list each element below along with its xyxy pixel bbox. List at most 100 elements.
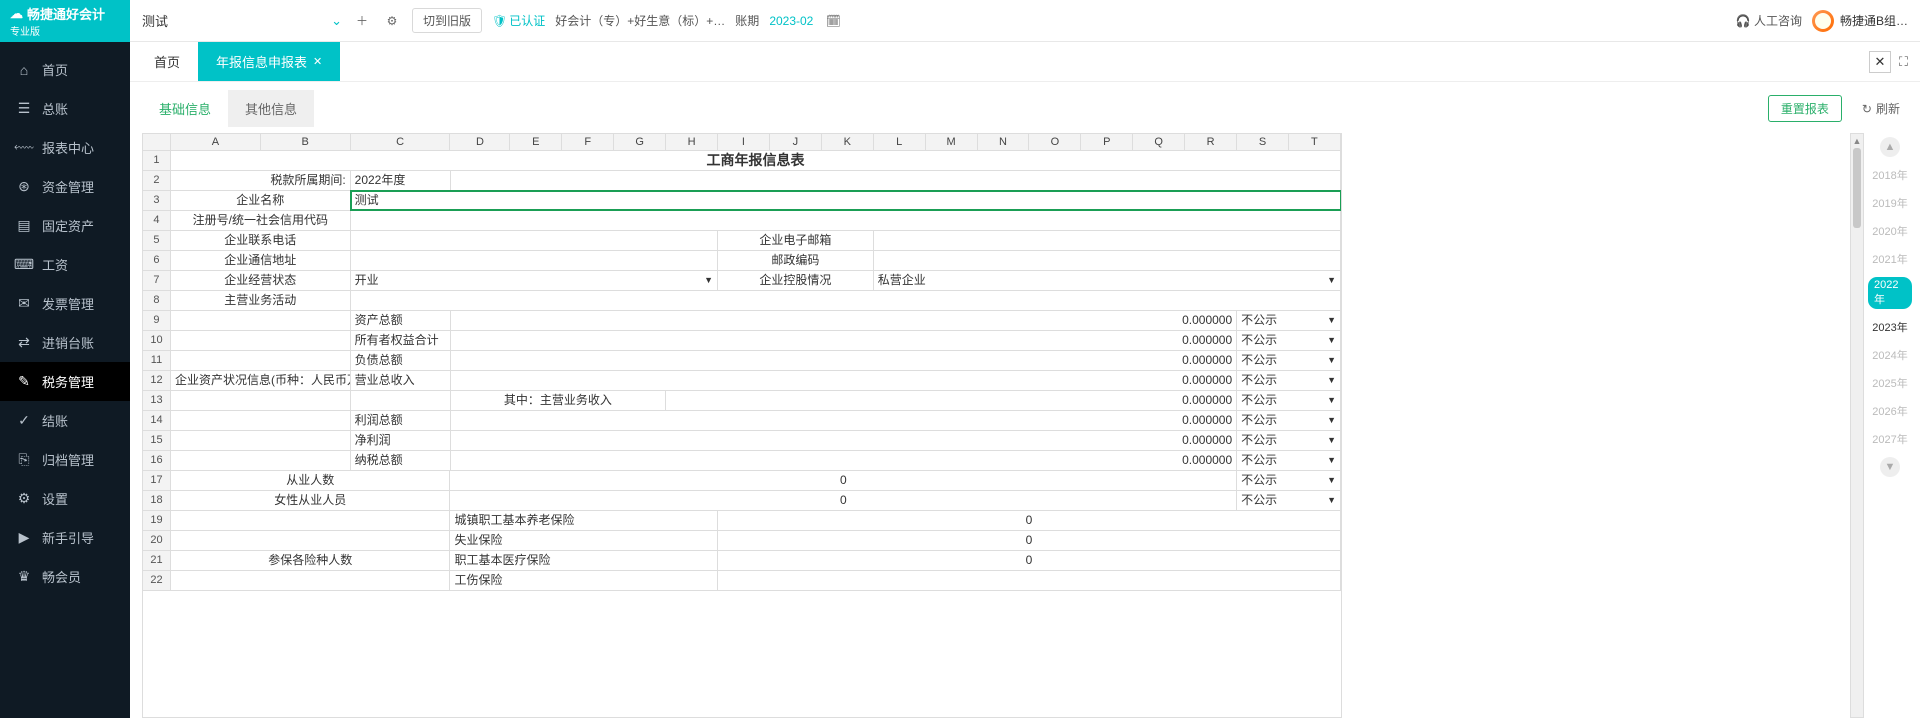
refresh-button[interactable]: ↻刷新 [1854,96,1908,121]
year-2022年[interactable]: 2022年 [1868,277,1912,309]
row-number[interactable]: 22 [143,571,171,590]
subtab-basic[interactable]: 基础信息 [142,90,228,127]
year-2024年[interactable]: 2024年 [1868,345,1911,365]
publicity-select[interactable]: 不公示▼ [1237,471,1341,490]
asset-value[interactable]: 0.000000 [451,311,1238,330]
period-value[interactable]: 2023-02 [769,14,813,28]
asset-value[interactable]: 0.000000 [451,331,1238,350]
col-header-G[interactable]: G [614,134,666,150]
col-header-R[interactable]: R [1185,134,1237,150]
year-2021年[interactable]: 2021年 [1868,249,1911,269]
asset-value[interactable]: 0.000000 [451,451,1238,470]
switch-old-button[interactable]: 切到旧版 [412,8,482,33]
row-number[interactable]: 3 [143,191,171,210]
year-2018年[interactable]: 2018年 [1868,165,1911,185]
row-number[interactable]: 11 [143,351,171,370]
row-number[interactable]: 13 [143,391,171,410]
col-header-L[interactable]: L [874,134,926,150]
year-2027年[interactable]: 2027年 [1868,429,1911,449]
nav-item-新手引导[interactable]: ▶新手引导 [0,518,130,557]
col-header-P[interactable]: P [1081,134,1133,150]
asset-value[interactable]: 0.000000 [451,431,1238,450]
col-header-N[interactable]: N [978,134,1030,150]
scroll-up-icon[interactable]: ▲ [1853,136,1862,146]
nav-item-税务管理[interactable]: ✎税务管理 [0,362,130,401]
col-header-O[interactable]: O [1029,134,1081,150]
year-2020年[interactable]: 2020年 [1868,221,1911,241]
publicity-select[interactable]: 不公示▼ [1237,311,1341,330]
row-number[interactable]: 16 [143,451,171,470]
subtab-other[interactable]: 其他信息 [228,90,314,127]
row-number[interactable]: 17 [143,471,171,490]
holding-select[interactable]: 私营企业▼ [874,271,1341,290]
close-icon[interactable]: ✕ [313,55,322,68]
col-header-M[interactable]: M [926,134,978,150]
calendar-icon[interactable]: 🗓 [823,11,843,31]
row-number[interactable]: 2 [143,171,171,190]
asset-value[interactable]: 0.000000 [666,391,1237,410]
year-2023年[interactable]: 2023年 [1868,317,1911,337]
year-2025年[interactable]: 2025年 [1868,373,1911,393]
nav-item-归档管理[interactable]: ⎘归档管理 [0,440,130,479]
user-menu[interactable]: 畅捷通B组… [1812,10,1908,32]
col-header-A[interactable]: A [171,134,261,150]
close-all-tabs-button[interactable]: ✕ [1869,51,1891,73]
col-header-J[interactable]: J [770,134,822,150]
row-number[interactable]: 14 [143,411,171,430]
col-header-H[interactable]: H [666,134,718,150]
col-header-C[interactable]: C [351,134,451,150]
publicity-select[interactable]: 不公示▼ [1237,371,1341,390]
publicity-select[interactable]: 不公示▼ [1237,351,1341,370]
insurance-value[interactable]: 0 [718,551,1341,570]
row-number[interactable]: 6 [143,251,171,270]
vertical-scrollbar[interactable]: ▲ [1850,133,1864,718]
row-number[interactable]: 1 [143,151,171,170]
nav-item-畅会员[interactable]: ♛畅会员 [0,557,130,596]
corner-cell[interactable] [143,134,171,150]
year-down-button[interactable]: ▼ [1880,457,1900,477]
nav-item-进销台账[interactable]: ⇄进销台账 [0,323,130,362]
insurance-value[interactable]: 0 [718,531,1341,550]
col-header-I[interactable]: I [718,134,770,150]
nav-item-发票管理[interactable]: ✉发票管理 [0,284,130,323]
publicity-select[interactable]: 不公示▼ [1237,331,1341,350]
tab-home[interactable]: 首页 [136,42,198,81]
publicity-select[interactable]: 不公示▼ [1237,451,1341,470]
sheet-body[interactable]: 1工商年报信息表2税款所属期间:2022年度3企业名称测试4注册号/统一社会信用… [142,151,1342,718]
col-header-Q[interactable]: Q [1133,134,1185,150]
col-header-F[interactable]: F [562,134,614,150]
people-value[interactable]: 0 [450,491,1237,510]
asset-value[interactable]: 0.000000 [451,351,1238,370]
insurance-value[interactable] [718,571,1341,590]
col-header-E[interactable]: E [510,134,562,150]
gear-icon[interactable]: ⚙ [382,11,402,31]
nav-item-报表中心[interactable]: ⬳报表中心 [0,128,130,167]
nav-item-设置[interactable]: ⚙设置 [0,479,130,518]
phone-value[interactable] [351,231,718,250]
people-value[interactable]: 0 [450,471,1237,490]
publicity-select[interactable]: 不公示▼ [1237,431,1341,450]
year-2019年[interactable]: 2019年 [1868,193,1911,213]
row-number[interactable]: 21 [143,551,171,570]
nav-item-总账[interactable]: ☰总账 [0,89,130,128]
reset-report-button[interactable]: 重置报表 [1768,95,1842,122]
nav-item-固定资产[interactable]: ▤固定资产 [0,206,130,245]
company-selector[interactable]: 测试 ⌄ [142,11,342,30]
col-header-K[interactable]: K [822,134,874,150]
expand-icon[interactable]: ⛶ [1899,54,1908,70]
main-biz-value[interactable] [351,291,1341,310]
row-number[interactable]: 15 [143,431,171,450]
postcode-value[interactable] [874,251,1341,270]
email-value[interactable] [874,231,1341,250]
company-name-cell[interactable]: 测试 [351,191,1341,210]
row-number[interactable]: 4 [143,211,171,230]
nav-item-首页[interactable]: ⌂首页 [0,50,130,89]
row-number[interactable]: 20 [143,531,171,550]
year-2026年[interactable]: 2026年 [1868,401,1911,421]
col-header-D[interactable]: D [450,134,510,150]
row-number[interactable]: 5 [143,231,171,250]
col-header-S[interactable]: S [1237,134,1289,150]
biz-status-select[interactable]: 开业▼ [351,271,718,290]
year-up-button[interactable]: ▲ [1880,137,1900,157]
col-header-B[interactable]: B [261,134,351,150]
